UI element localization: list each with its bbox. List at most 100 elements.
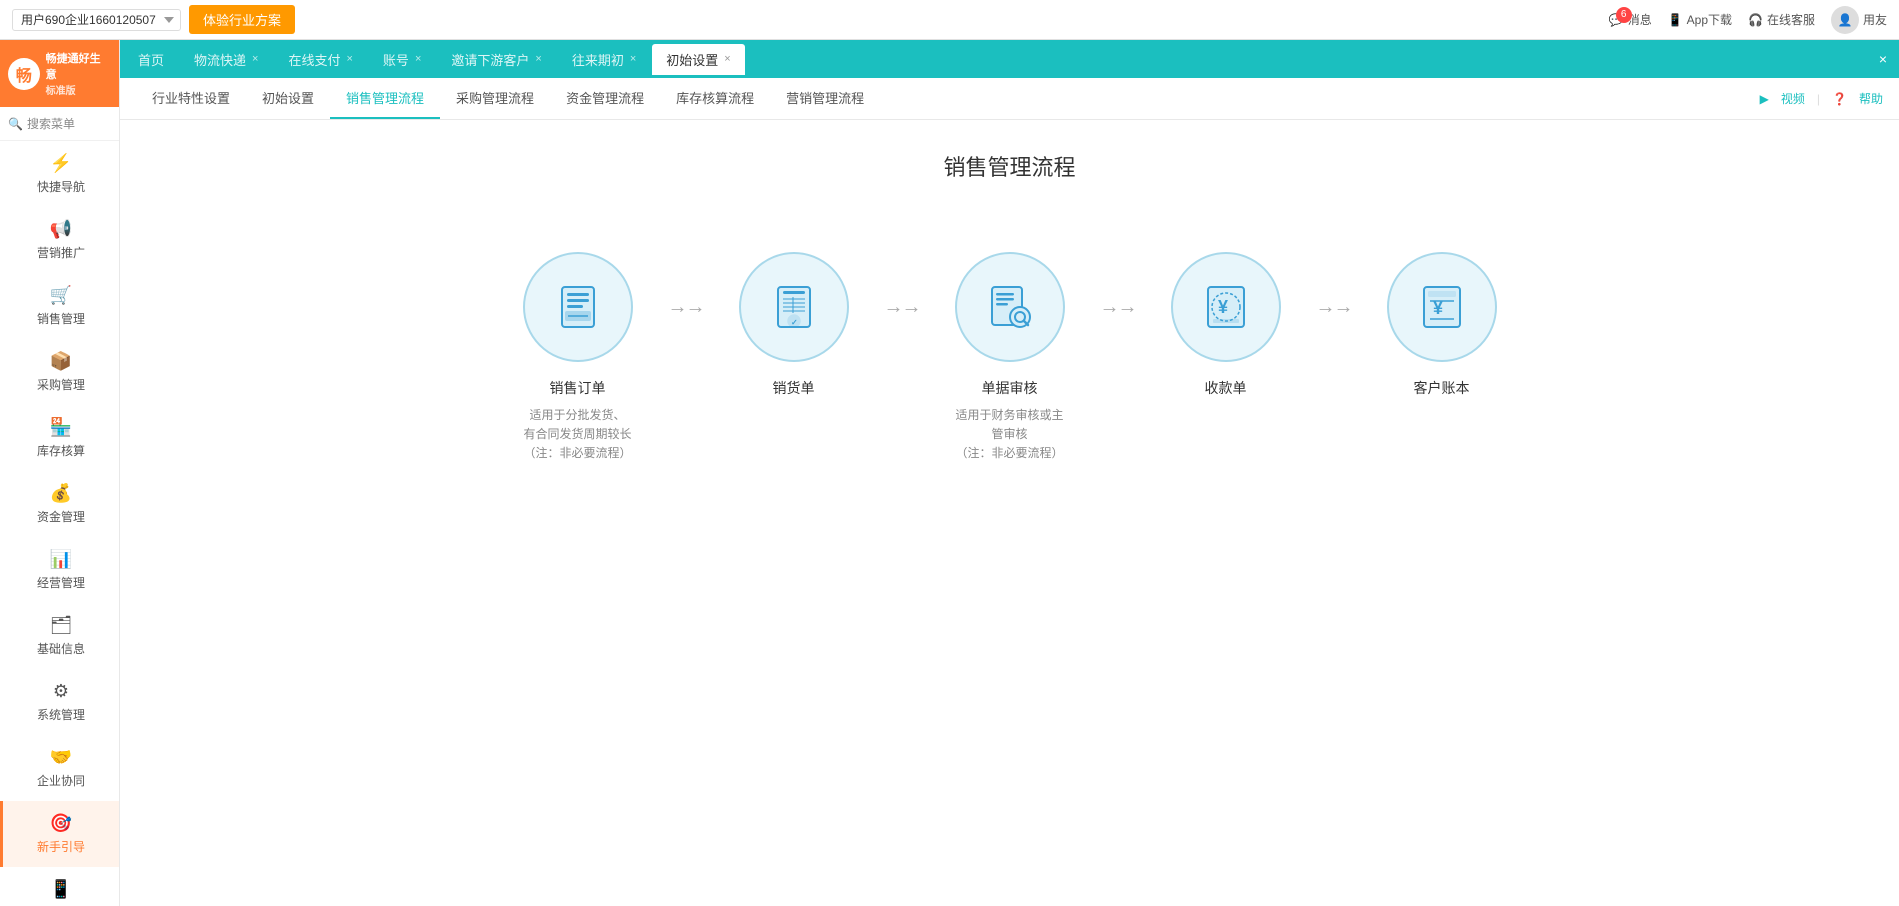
top-bar-left: 用户690企业1660120507 体验行业方案 (12, 5, 295, 34)
sub-tab-sales[interactable]: 销售管理流程 (330, 78, 440, 119)
sales-invoice-icon: ✓ (768, 281, 820, 333)
sidebar-item-caigou[interactable]: 📦 采购管理 (0, 339, 119, 405)
sidebar-item-xiaoshou[interactable]: 🛒 销售管理 (0, 273, 119, 339)
customer-service-button[interactable]: 🎧 在线客服 (1748, 11, 1815, 28)
sidebar-label-jichu: 基础信息 (37, 640, 85, 657)
flow-label-receipt: 收款单 (1205, 378, 1247, 398)
flow-arrow-1: →→ (668, 252, 704, 319)
sub-tab-finance[interactable]: 资金管理流程 (550, 78, 660, 119)
flow-circle-doc-review (955, 252, 1065, 362)
sales-order-icon (552, 281, 604, 333)
tab-period-label: 往来期初 (572, 50, 624, 69)
flow-arrow-4: →→ (1316, 252, 1352, 319)
sidebar-label-xinshou: 新手引导 (37, 838, 85, 855)
app-download-button[interactable]: 📱 App下载 (1668, 11, 1732, 28)
sidebar-label-kucun: 库存核算 (37, 442, 85, 459)
sidebar: 畅 畅捷通好生意 标准版 🔍 搜索菜单 ⚡ 快捷导航 📢 营销推广 🛒 销售管理… (0, 40, 120, 906)
sidebar-item-yingyong[interactable]: 📱 应用中心 (0, 867, 119, 906)
sidebar-item-kucun[interactable]: 🏪 库存核算 (0, 405, 119, 471)
main-layout: 畅 畅捷通好生意 标准版 🔍 搜索菜单 ⚡ 快捷导航 📢 营销推广 🛒 销售管理… (0, 40, 1899, 906)
tab-home[interactable]: 首页 (124, 44, 178, 75)
tab-account[interactable]: 账号 × (369, 44, 435, 75)
money-icon: 💰 (50, 483, 72, 504)
nav-close-button[interactable]: × (1871, 51, 1895, 67)
tab-logistics-label: 物流快递 (194, 50, 246, 69)
flow-circle-sales-order (523, 252, 633, 362)
tab-payment[interactable]: 在线支付 × (274, 44, 366, 75)
message-button[interactable]: 💬 6 消息 (1609, 11, 1652, 28)
receipt-icon: ¥ (1200, 281, 1252, 333)
flow-label-sales-invoice: 销货单 (773, 378, 815, 398)
sidebar-item-yingxiao[interactable]: 📢 营销推广 (0, 207, 119, 273)
sidebar-item-jichu[interactable]: 🗂 基础信息 (0, 603, 119, 669)
sub-tab-purchase[interactable]: 采购管理流程 (440, 78, 550, 119)
target-icon: 🎯 (50, 813, 72, 834)
avatar: 👤 (1831, 6, 1859, 34)
tab-account-label: 账号 (383, 50, 409, 69)
help-label[interactable]: 帮助 (1859, 90, 1883, 107)
headset-icon: 🎧 (1748, 13, 1763, 27)
sub-tabs: 行业特性设置 初始设置 销售管理流程 采购管理流程 资金管理流程 库存核算流程 … (120, 78, 1899, 120)
help-icon: ❓ (1832, 92, 1847, 106)
sidebar-item-qiye[interactable]: 🤝 企业协同 (0, 735, 119, 801)
box-icon: 📦 (50, 351, 72, 372)
tab-period[interactable]: 往来期初 × (558, 44, 650, 75)
sidebar-item-xitong[interactable]: ⚙ 系统管理 (0, 669, 119, 735)
tab-period-close[interactable]: × (630, 53, 636, 65)
store-icon: 🏪 (50, 417, 72, 438)
flow-circle-receipt: ¥ (1171, 252, 1281, 362)
tab-logistics-close[interactable]: × (252, 53, 258, 65)
tab-init-close[interactable]: × (724, 53, 730, 65)
svg-text:¥: ¥ (1218, 297, 1228, 317)
tab-init[interactable]: 初始设置 × (652, 44, 744, 75)
doc-review-icon (984, 281, 1036, 333)
handshake-icon: 🤝 (50, 747, 72, 768)
tab-invite[interactable]: 邀请下游客户 × (437, 44, 555, 75)
sidebar-item-kuaijie[interactable]: ⚡ 快捷导航 (0, 141, 119, 207)
content-area: 首页 物流快递 × 在线支付 × 账号 × 邀请下游客户 × 往来期初 × (120, 40, 1899, 906)
top-bar: 用户690企业1660120507 体验行业方案 💬 6 消息 📱 App下载 … (0, 0, 1899, 40)
sidebar-search[interactable]: 🔍 搜索菜单 (0, 107, 119, 141)
nav-tabs: 首页 物流快递 × 在线支付 × 账号 × 邀请下游客户 × 往来期初 × (120, 40, 1899, 78)
flow-circle-customer-ledger: ¥ (1387, 252, 1497, 362)
sidebar-label-zijin: 资金管理 (37, 508, 85, 525)
flow-step-sales-order: 销售订单 适用于分批发货、有合同发货周期较长（注：非必要流程） (488, 252, 668, 464)
sidebar-label-qiye: 企业协同 (37, 772, 85, 789)
search-icon: 🔍 (8, 117, 23, 131)
tab-home-label: 首页 (138, 50, 164, 69)
flow-label-sales-order: 销售订单 (550, 378, 606, 398)
sidebar-item-xinshou[interactable]: 🎯 新手引导 (0, 801, 119, 867)
flow-step-doc-review: 单据审核 适用于财务审核或主管审核（注：非必要流程） (920, 252, 1100, 464)
sub-tab-industry[interactable]: 行业特性设置 (136, 78, 246, 119)
folder-icon: 🗂 (50, 615, 73, 636)
tab-payment-close[interactable]: × (346, 53, 352, 65)
flow-arrow-2: →→ (884, 252, 920, 319)
megaphone-icon: 📢 (50, 219, 72, 240)
sub-tab-marketing[interactable]: 营销管理流程 (770, 78, 880, 119)
tab-invite-label: 邀请下游客户 (451, 50, 529, 69)
customer-service-label: 在线客服 (1767, 11, 1815, 28)
app-download-icon: 📱 (1668, 13, 1683, 27)
logo-title: 畅捷通好生意 (46, 50, 111, 82)
sub-tab-inventory[interactable]: 库存核算流程 (660, 78, 770, 119)
flow-step-sales-invoice: ✓ 销货单 (704, 252, 884, 406)
flow-desc-sales-order: 适用于分批发货、有合同发货周期较长（注：非必要流程） (523, 406, 631, 464)
gear-icon: ⚙ (53, 681, 69, 702)
flow-arrow-3: →→ (1100, 252, 1136, 319)
user-menu-button[interactable]: 👤 用友 (1831, 6, 1887, 34)
tab-invite-close[interactable]: × (535, 53, 541, 65)
sidebar-item-jingying[interactable]: 📊 经营管理 (0, 537, 119, 603)
svg-text:✓: ✓ (791, 318, 798, 327)
user-select[interactable]: 用户690企业1660120507 (12, 9, 181, 31)
tab-account-close[interactable]: × (415, 53, 421, 65)
message-badge: 6 (1616, 7, 1632, 23)
sidebar-item-zijin[interactable]: 💰 资金管理 (0, 471, 119, 537)
sub-tab-initial[interactable]: 初始设置 (246, 78, 330, 119)
video-label[interactable]: 视频 (1781, 90, 1805, 107)
flow-diagram: 销售订单 适用于分批发货、有合同发货周期较长（注：非必要流程） →→ (160, 232, 1859, 484)
page-content: 销售管理流程 销售订单 适用于 (120, 120, 1899, 906)
flow-label-customer-ledger: 客户账本 (1414, 378, 1470, 398)
tab-logistics[interactable]: 物流快递 × (180, 44, 272, 75)
trial-button[interactable]: 体验行业方案 (189, 5, 295, 34)
lightning-icon: ⚡ (50, 153, 72, 174)
